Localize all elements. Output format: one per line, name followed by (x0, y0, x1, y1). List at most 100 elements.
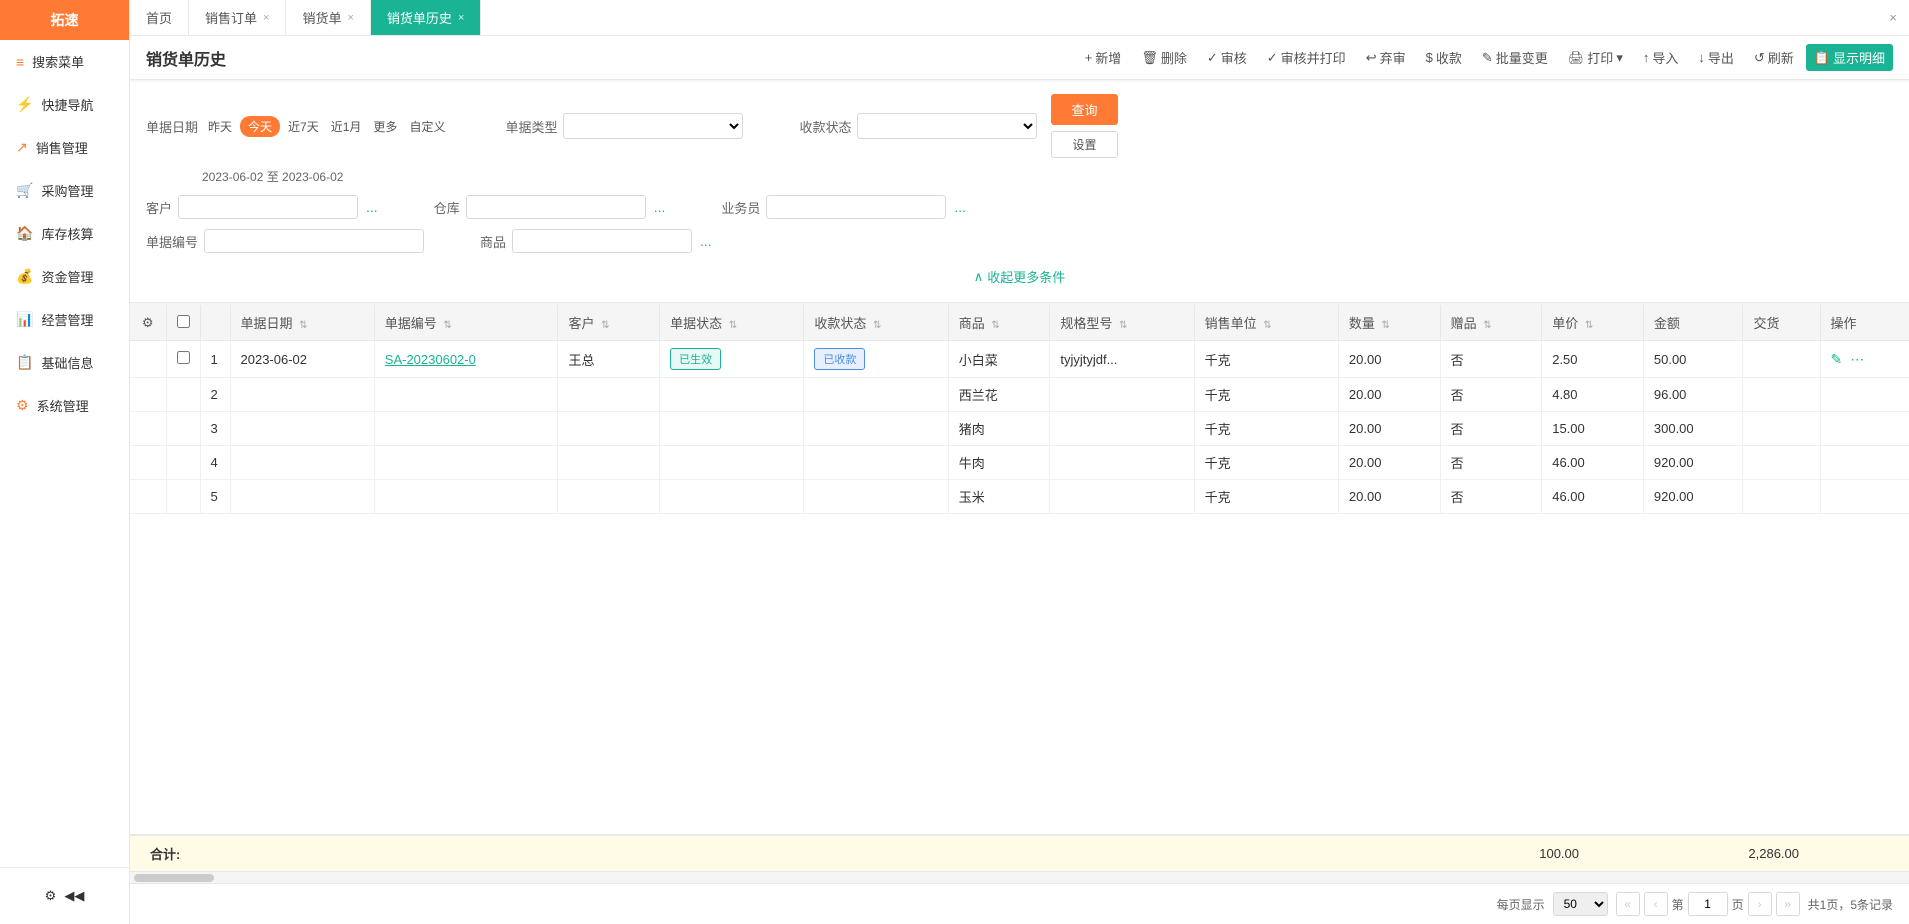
th-settings[interactable]: ⚙ (130, 305, 166, 341)
th-goods[interactable]: 商品 ⇅ (948, 305, 1050, 341)
cell-trade (1743, 412, 1820, 446)
warehouse-input[interactable] (466, 195, 646, 219)
table-container[interactable]: ⚙ 单据日期 ⇅ 单据编号 ⇅ (130, 305, 1909, 834)
cell-amount: 920.00 (1643, 480, 1743, 514)
sidebar-item-system-mgmt[interactable]: ⚙ 系统管理 (0, 384, 129, 427)
filter-area: 单据日期 昨天 今天 近7天 近1月 更多 自定义 单据类型 (130, 82, 1909, 303)
first-page-btn[interactable]: « (1616, 892, 1640, 916)
customer-input[interactable] (178, 195, 358, 219)
th-unit[interactable]: 销售单位 ⇅ (1194, 305, 1338, 341)
export-button[interactable]: ↓ 导出 (1690, 44, 1742, 71)
cell-checkbox[interactable] (166, 480, 200, 514)
tab-bar-close-all[interactable]: × (1877, 10, 1909, 25)
collect-button[interactable]: $ 收款 (1418, 44, 1470, 71)
batch-change-button[interactable]: ✎ 批量变更 (1474, 44, 1556, 71)
scroll-thumb[interactable] (134, 874, 214, 882)
more-icon[interactable]: ⋯ (1850, 351, 1864, 368)
th-gift[interactable]: 赠品 ⇅ (1440, 305, 1542, 341)
collection-status-select[interactable] (857, 113, 1037, 139)
customer-dots[interactable]: ... (366, 199, 378, 215)
print-button[interactable]: 🖨 打印 ▾ (1560, 44, 1631, 71)
th-qty[interactable]: 数量 ⇅ (1338, 305, 1440, 341)
sidebar-item-operation-mgmt[interactable]: 📊 经营管理 (0, 298, 129, 341)
goods-input[interactable] (512, 229, 692, 253)
filter-goods: 商品 ... (480, 229, 712, 253)
sidebar-item-search-menu[interactable]: ≡ 搜索菜单 (0, 40, 129, 83)
tab-sales-goods[interactable]: 销货单 × (286, 0, 370, 35)
prev-page-btn[interactable]: ‹ (1644, 892, 1668, 916)
sidebar-settings-btn[interactable]: ⚙ ◀◀ (0, 876, 129, 916)
table-wrapper: ⚙ 单据日期 ⇅ 单据编号 ⇅ (130, 305, 1909, 924)
th-date[interactable]: 单据日期 ⇅ (230, 305, 374, 341)
cell-date (230, 480, 374, 514)
horizontal-scrollbar[interactable] (130, 871, 1909, 883)
edit-icon[interactable]: ✎ (1831, 351, 1843, 368)
doc-no-link[interactable]: SA-20230602-0 (385, 352, 476, 367)
doc-no-input[interactable] (204, 229, 424, 253)
shortcut-1month[interactable]: 近1月 (327, 116, 366, 137)
tab-sales-history[interactable]: 销货单历史 × (371, 0, 481, 35)
staff-input[interactable] (766, 195, 946, 219)
tab-home[interactable]: 首页 (130, 0, 189, 35)
th-customer[interactable]: 客户 ⇅ (558, 305, 660, 341)
th-checkbox[interactable] (166, 305, 200, 341)
sidebar-item-quick-nav[interactable]: ⚡ 快捷导航 (0, 83, 129, 126)
page-suffix: 页 (1732, 896, 1744, 913)
collapse-button[interactable]: ∧ 收起更多条件 (146, 263, 1893, 290)
tab-home-label: 首页 (146, 8, 172, 27)
cell-amount: 920.00 (1643, 446, 1743, 480)
sidebar-item-finance-mgmt[interactable]: 💰 资金管理 (0, 255, 129, 298)
th-price[interactable]: 单价 ⇅ (1542, 305, 1644, 341)
select-all-checkbox[interactable] (177, 315, 190, 328)
sidebar-item-sales-mgmt[interactable]: ↗ 销售管理 (0, 126, 129, 169)
tab-sales-order[interactable]: 销售订单 × (189, 0, 286, 35)
tab-sales-order-close[interactable]: × (263, 12, 269, 24)
new-button[interactable]: + 新增 (1077, 44, 1130, 71)
setting-button[interactable]: 设置 (1051, 131, 1117, 158)
sidebar-item-basic-info[interactable]: 📋 基础信息 (0, 341, 129, 384)
warehouse-dots[interactable]: ... (654, 199, 666, 215)
th-customer-label: 客户 (568, 316, 594, 331)
cell-checkbox[interactable] (166, 412, 200, 446)
goods-dots[interactable]: ... (700, 233, 712, 249)
th-doc-status-label: 单据状态 (670, 316, 722, 331)
import-button[interactable]: ↑ 导入 (1635, 44, 1687, 71)
th-doc-no[interactable]: 单据编号 ⇅ (374, 305, 558, 341)
row-checkbox[interactable] (177, 351, 190, 364)
cell-checkbox[interactable] (166, 446, 200, 480)
refresh-label: 刷新 (1768, 48, 1794, 67)
sidebar-item-purchase-mgmt[interactable]: 🛒 采购管理 (0, 169, 129, 212)
cell-unit: 千克 (1194, 480, 1338, 514)
next-page-btn[interactable]: › (1748, 892, 1772, 916)
audit-button[interactable]: ✓ 审核 (1199, 44, 1255, 71)
cell-amount: 50.00 (1643, 341, 1743, 378)
per-page-select[interactable]: 50 20 100 (1553, 892, 1608, 916)
delete-button[interactable]: 🗑 删除 (1133, 44, 1195, 71)
tab-sales-history-close[interactable]: × (458, 12, 464, 24)
shortcut-7days[interactable]: 近7天 (284, 116, 323, 137)
refresh-button[interactable]: ↺ 刷新 (1746, 44, 1802, 71)
show-detail-button[interactable]: 📋 显示明细 (1806, 44, 1893, 71)
abandon-button[interactable]: ↩ 弃审 (1358, 44, 1414, 71)
tab-sales-goods-close[interactable]: × (347, 12, 353, 24)
cell-checkbox[interactable] (166, 378, 200, 412)
cell-doc-no (374, 378, 558, 412)
shortcut-more[interactable]: 更多 (369, 116, 401, 137)
cell-doc-no (374, 446, 558, 480)
cell-checkbox[interactable] (166, 341, 200, 378)
shortcut-today[interactable]: 今天 (240, 116, 280, 137)
th-collection-status[interactable]: 收款状态 ⇅ (804, 305, 948, 341)
query-button[interactable]: 查询 (1051, 94, 1117, 125)
page-input[interactable] (1688, 892, 1728, 916)
audit-print-button[interactable]: ✓ 审核并打印 (1259, 44, 1354, 71)
shortcut-yesterday[interactable]: 昨天 (204, 116, 236, 137)
collapse-up-icon: ∧ (974, 269, 984, 285)
import-label: 导入 (1652, 48, 1678, 67)
doc-type-select[interactable] (563, 113, 743, 139)
last-page-btn[interactable]: » (1776, 892, 1800, 916)
th-spec[interactable]: 规格型号 ⇅ (1050, 305, 1194, 341)
th-doc-status[interactable]: 单据状态 ⇅ (660, 305, 804, 341)
shortcut-custom[interactable]: 自定义 (405, 116, 449, 137)
staff-dots[interactable]: ... (954, 199, 966, 215)
sidebar-item-inventory-calc[interactable]: 🏠 库存核算 (0, 212, 129, 255)
